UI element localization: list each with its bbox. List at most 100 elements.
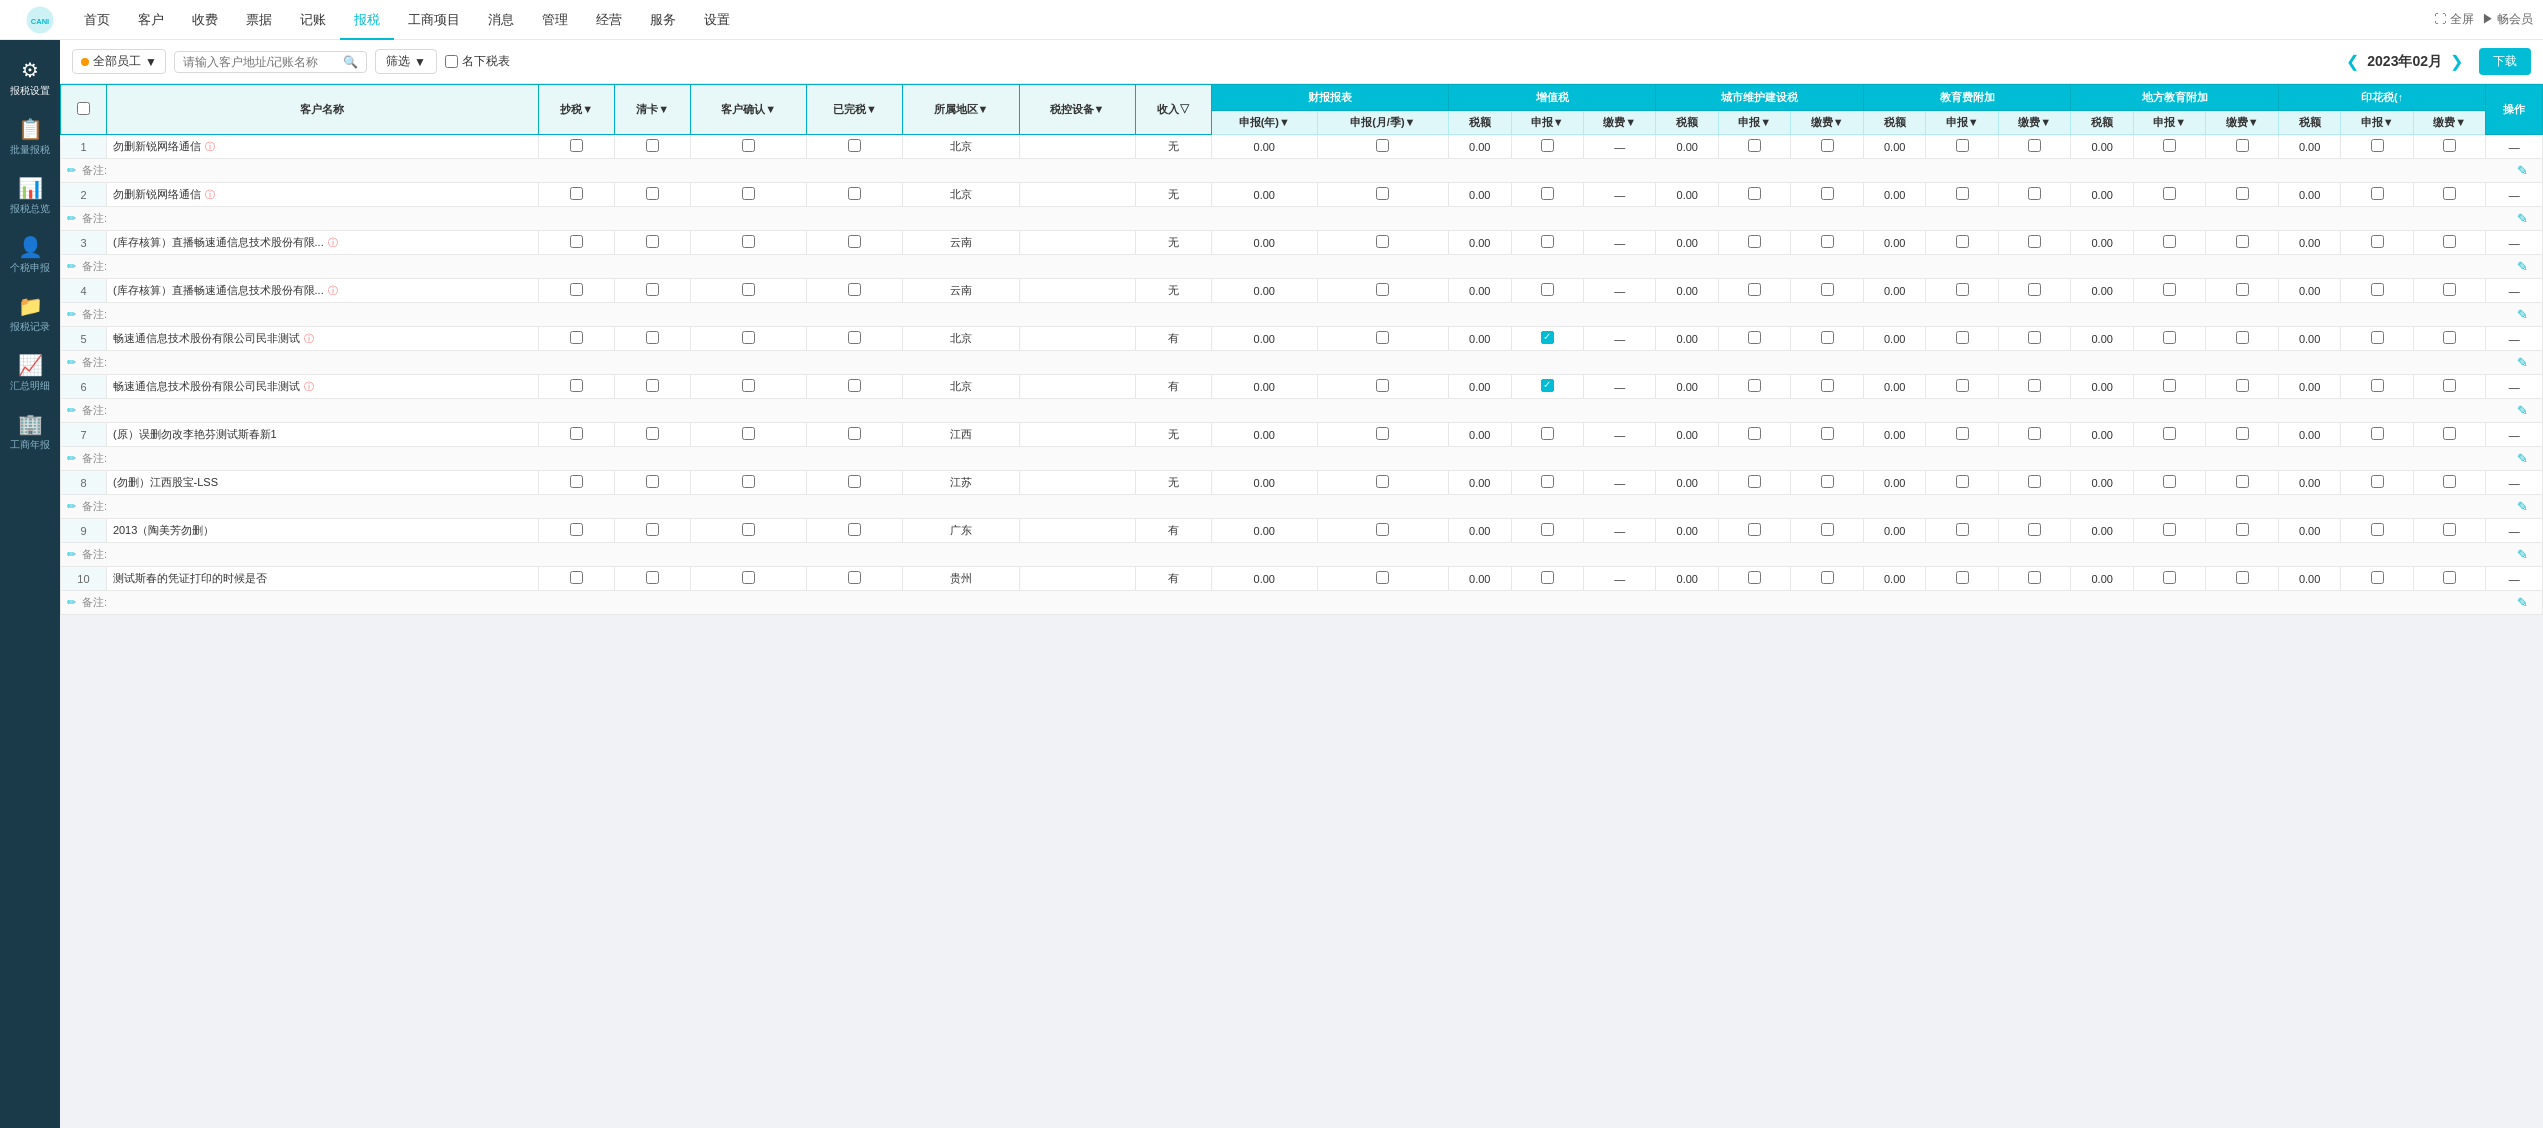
search-input[interactable] xyxy=(183,55,343,69)
sidebar-item-geshuishenbao[interactable]: 👤 个税申报 xyxy=(0,225,60,284)
wansui-checkbox[interactable] xyxy=(848,571,861,584)
sidebar-item-baoshuizongjian[interactable]: 📊 报税总览 xyxy=(0,166,60,225)
nav-charge[interactable]: 收费 xyxy=(178,0,232,40)
city-shenbao-cb[interactable] xyxy=(1748,475,1761,488)
stamp-jiaofei-cb[interactable] xyxy=(2443,331,2456,344)
stamp-shenbao-cb[interactable] xyxy=(2371,379,2384,392)
qingka-checkbox[interactable] xyxy=(646,571,659,584)
local-jiaofei-cb[interactable] xyxy=(2236,139,2249,152)
edu-shenbao-cb[interactable] xyxy=(1956,283,1969,296)
city-shenbao-cb[interactable] xyxy=(1748,571,1761,584)
stamp-shenbao-cb[interactable] xyxy=(2371,187,2384,200)
edit-icon[interactable]: ✎ xyxy=(2517,307,2528,322)
staff-select[interactable]: 全部员工 ▼ xyxy=(72,49,166,74)
chaoshui-checkbox[interactable] xyxy=(570,283,583,296)
stamp-shenbao-cb[interactable] xyxy=(2371,139,2384,152)
city-shenbao-cb[interactable] xyxy=(1748,379,1761,392)
edu-shenbao-cb[interactable] xyxy=(1956,571,1969,584)
caibao-year-cb[interactable] xyxy=(1376,427,1389,440)
city-shenbao-cb[interactable] xyxy=(1748,523,1761,536)
chaoshui-checkbox[interactable] xyxy=(570,187,583,200)
sidebar-item-baoshuishezhi[interactable]: ⚙ 报税设置 xyxy=(0,48,60,107)
sidebar-item-huizongminxi[interactable]: 📈 汇总明细 xyxy=(0,343,60,402)
next-date-button[interactable]: ❯ xyxy=(2450,52,2463,71)
caibao-year-cb[interactable] xyxy=(1376,379,1389,392)
city-shenbao-cb[interactable] xyxy=(1748,331,1761,344)
local-shenbao-cb[interactable] xyxy=(2163,187,2176,200)
edu-jiaofei-cb[interactable] xyxy=(2028,523,2041,536)
wansui-checkbox[interactable] xyxy=(848,523,861,536)
pencil-icon[interactable]: ✏ xyxy=(67,260,76,272)
nav-message[interactable]: 消息 xyxy=(474,0,528,40)
confirm-checkbox[interactable] xyxy=(742,235,755,248)
confirm-checkbox[interactable] xyxy=(742,571,755,584)
local-shenbao-cb[interactable] xyxy=(2163,475,2176,488)
qingka-checkbox[interactable] xyxy=(646,187,659,200)
wansui-checkbox[interactable] xyxy=(848,331,861,344)
local-jiaofei-cb[interactable] xyxy=(2236,235,2249,248)
local-shenbao-cb[interactable] xyxy=(2163,139,2176,152)
chaoshui-checkbox[interactable] xyxy=(570,139,583,152)
wansui-checkbox[interactable] xyxy=(848,187,861,200)
edit-icon[interactable]: ✎ xyxy=(2517,355,2528,370)
city-jiaofei-cb[interactable] xyxy=(1821,331,1834,344)
stamp-shenbao-cb[interactable] xyxy=(2371,331,2384,344)
qingka-checkbox[interactable] xyxy=(646,331,659,344)
filter-button[interactable]: 筛选 ▼ xyxy=(375,49,437,74)
qingka-checkbox[interactable] xyxy=(646,523,659,536)
chaoshui-checkbox[interactable] xyxy=(570,427,583,440)
confirm-checkbox[interactable] xyxy=(742,523,755,536)
wansui-checkbox[interactable] xyxy=(848,139,861,152)
edu-shenbao-cb[interactable] xyxy=(1956,139,1969,152)
edu-shenbao-cb[interactable] xyxy=(1956,523,1969,536)
qingka-checkbox[interactable] xyxy=(646,235,659,248)
city-jiaofei-cb[interactable] xyxy=(1821,427,1834,440)
nav-service[interactable]: 服务 xyxy=(636,0,690,40)
pencil-icon[interactable]: ✏ xyxy=(67,500,76,512)
nav-settings[interactable]: 设置 xyxy=(690,0,744,40)
caibao-year-cb[interactable] xyxy=(1376,283,1389,296)
edu-jiaofei-cb[interactable] xyxy=(2028,571,2041,584)
vat-shenbao-cb[interactable] xyxy=(1541,523,1554,536)
edit-icon[interactable]: ✎ xyxy=(2517,163,2528,178)
edu-shenbao-cb[interactable] xyxy=(1956,187,1969,200)
vat-shenbao-cb[interactable] xyxy=(1541,283,1554,296)
pencil-icon[interactable]: ✏ xyxy=(67,164,76,176)
edu-shenbao-cb[interactable] xyxy=(1956,475,1969,488)
local-shenbao-cb[interactable] xyxy=(2163,427,2176,440)
stamp-jiaofei-cb[interactable] xyxy=(2443,283,2456,296)
pencil-icon[interactable]: ✏ xyxy=(67,452,76,464)
pencil-icon[interactable]: ✏ xyxy=(67,548,76,560)
caibao-year-cb[interactable] xyxy=(1376,331,1389,344)
city-shenbao-cb[interactable] xyxy=(1748,187,1761,200)
edit-icon[interactable]: ✎ xyxy=(2517,403,2528,418)
city-jiaofei-cb[interactable] xyxy=(1821,139,1834,152)
confirm-checkbox[interactable] xyxy=(742,427,755,440)
qingka-checkbox[interactable] xyxy=(646,283,659,296)
caibao-year-cb[interactable] xyxy=(1376,523,1389,536)
pencil-icon[interactable]: ✏ xyxy=(67,356,76,368)
vip-btn[interactable]: ▶ 畅会员 xyxy=(2482,11,2533,28)
city-shenbao-cb[interactable] xyxy=(1748,235,1761,248)
nav-bookkeep[interactable]: 记账 xyxy=(286,0,340,40)
pencil-icon[interactable]: ✏ xyxy=(67,404,76,416)
local-shenbao-cb[interactable] xyxy=(2163,235,2176,248)
city-jiaofei-cb[interactable] xyxy=(1821,187,1834,200)
edu-jiaofei-cb[interactable] xyxy=(2028,139,2041,152)
caibao-year-cb[interactable] xyxy=(1376,571,1389,584)
caibao-year-cb[interactable] xyxy=(1376,475,1389,488)
stamp-jiaofei-cb[interactable] xyxy=(2443,235,2456,248)
city-jiaofei-cb[interactable] xyxy=(1821,379,1834,392)
edit-icon[interactable]: ✎ xyxy=(2517,259,2528,274)
local-jiaofei-cb[interactable] xyxy=(2236,187,2249,200)
qingka-checkbox[interactable] xyxy=(646,427,659,440)
city-jiaofei-cb[interactable] xyxy=(1821,283,1834,296)
nav-business[interactable]: 工商项目 xyxy=(394,0,474,40)
vat-shenbao-cb[interactable] xyxy=(1541,427,1554,440)
edit-icon[interactable]: ✎ xyxy=(2517,451,2528,466)
edit-icon[interactable]: ✎ xyxy=(2517,595,2528,610)
city-shenbao-cb[interactable] xyxy=(1748,139,1761,152)
vat-shenbao-cb[interactable] xyxy=(1541,235,1554,248)
local-shenbao-cb[interactable] xyxy=(2163,571,2176,584)
chaoshui-checkbox[interactable] xyxy=(570,571,583,584)
